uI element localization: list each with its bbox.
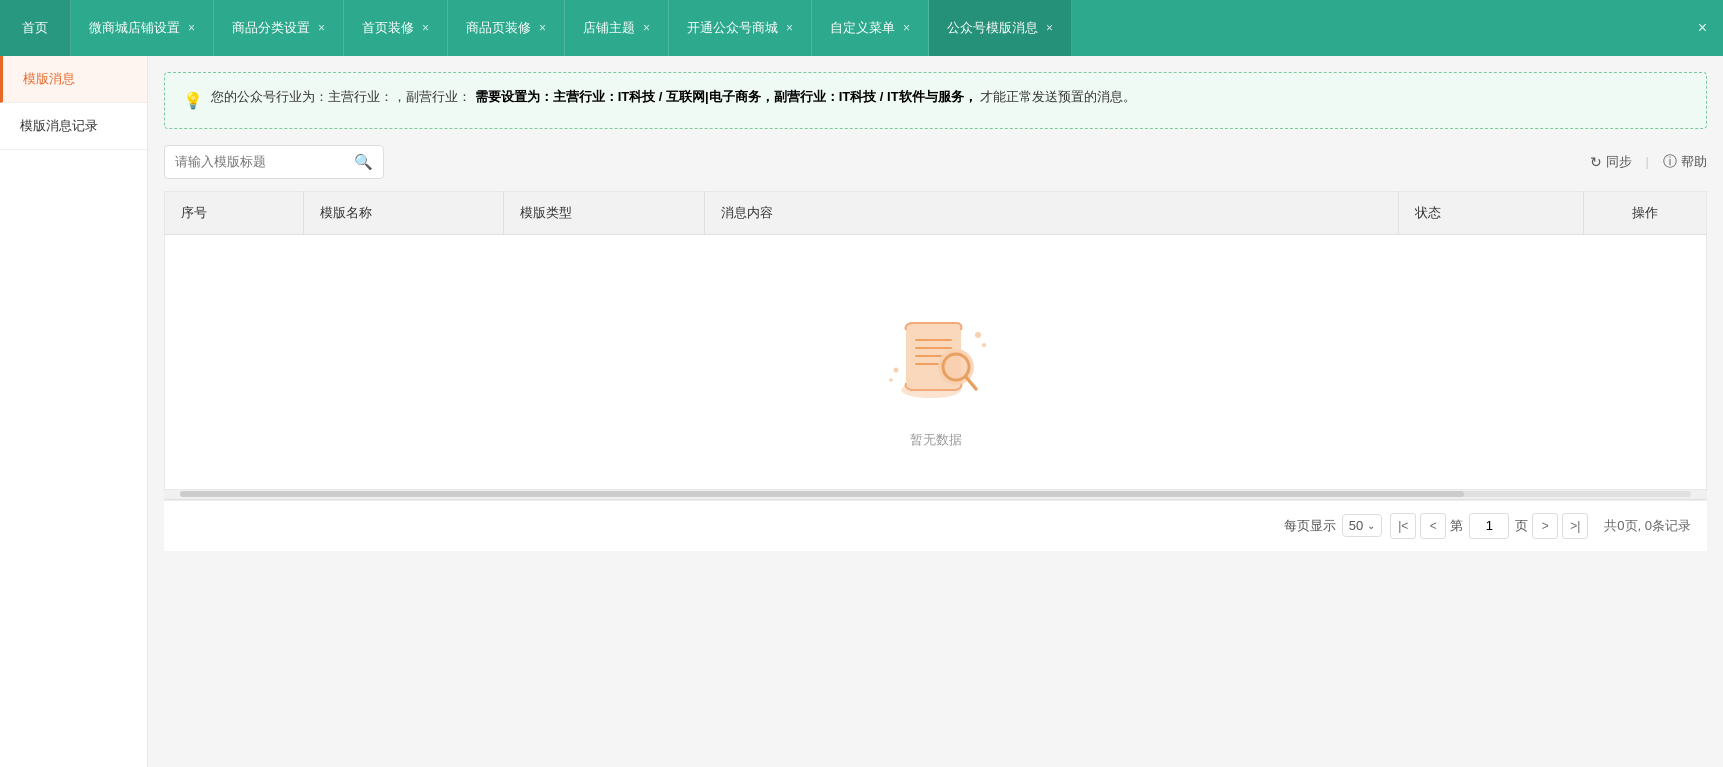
nav-tab-store-theme[interactable]: 店铺主题× xyxy=(565,0,669,56)
help-icon: ⓘ xyxy=(1663,153,1677,171)
page-navigation: |< < 第 页 > >| xyxy=(1390,513,1588,539)
svg-point-11 xyxy=(889,378,893,382)
empty-state: 暂无数据 xyxy=(165,235,1706,489)
sidebar-item-template-message-record[interactable]: 模版消息记录 xyxy=(0,103,147,150)
close-icon-category-settings[interactable]: × xyxy=(318,21,325,35)
main-layout: 模版消息模版消息记录 💡 您的公众号行业为：主营行业：，副营行业： 需要设置为：… xyxy=(0,56,1723,767)
page-size-select-box[interactable]: 50 ⌄ xyxy=(1342,514,1382,537)
search-input[interactable] xyxy=(175,154,354,169)
sidebar-item-template-message[interactable]: 模版消息 xyxy=(0,56,147,103)
page-size-value: 50 xyxy=(1349,518,1363,533)
first-page-button[interactable]: |< xyxy=(1390,513,1416,539)
close-icon-template-msg[interactable]: × xyxy=(1046,21,1053,35)
svg-point-8 xyxy=(975,332,981,338)
svg-line-7 xyxy=(966,377,976,389)
col-name: 模版名称 xyxy=(304,191,504,234)
toolbar-divider: | xyxy=(1646,154,1649,169)
content-area: 💡 您的公众号行业为：主营行业：，副营行业： 需要设置为：主营行业：IT科技 /… xyxy=(148,56,1723,767)
sidebar: 模版消息模版消息记录 xyxy=(0,56,148,767)
nav-tab-home[interactable]: 首页 xyxy=(0,0,71,56)
empty-text: 暂无数据 xyxy=(910,431,962,449)
notice-text: 您的公众号行业为：主营行业：，副营行业： 需要设置为：主营行业：IT科技 / 互… xyxy=(211,87,1136,108)
top-nav-bar: 首页微商城店铺设置×商品分类设置×首页装修×商品页装修×店铺主题×开通公众号商城… xyxy=(0,0,1723,56)
notice-box: 💡 您的公众号行业为：主营行业：，副营行业： 需要设置为：主营行业：IT科技 /… xyxy=(164,72,1707,129)
next-page-button[interactable]: > xyxy=(1532,513,1558,539)
nav-tab-open-mall[interactable]: 开通公众号商城× xyxy=(669,0,812,56)
close-icon-home-decor[interactable]: × xyxy=(422,21,429,35)
svg-point-10 xyxy=(893,367,898,372)
sync-button[interactable]: ↻ 同步 xyxy=(1590,153,1632,171)
sync-icon: ↻ xyxy=(1590,154,1602,170)
toolbar-right: ↻ 同步 | ⓘ 帮助 xyxy=(1590,153,1707,171)
scrollbar-area[interactable] xyxy=(164,490,1707,500)
page-number-input[interactable] xyxy=(1469,513,1509,539)
empty-row: 暂无数据 xyxy=(165,234,1707,489)
col-status: 状态 xyxy=(1398,191,1583,234)
nav-tab-template-msg[interactable]: 公众号模版消息× xyxy=(929,0,1072,56)
close-icon-store-settings[interactable]: × xyxy=(188,21,195,35)
search-icon[interactable]: 🔍 xyxy=(354,153,373,171)
svg-point-9 xyxy=(982,343,986,347)
nav-tab-product-decor[interactable]: 商品页装修× xyxy=(448,0,565,56)
nav-tab-category-settings[interactable]: 商品分类设置× xyxy=(214,0,344,56)
page-label: 第 xyxy=(1450,517,1463,535)
close-icon-store-theme[interactable]: × xyxy=(643,21,650,35)
search-input-wrap[interactable]: 🔍 xyxy=(164,145,384,179)
notice-icon: 💡 xyxy=(183,88,203,114)
chevron-down-icon: ⌄ xyxy=(1367,520,1375,531)
close-icon-open-mall[interactable]: × xyxy=(786,21,793,35)
table-header-row: 序号 模版名称 模版类型 消息内容 状态 操作 xyxy=(165,191,1707,234)
empty-illustration xyxy=(876,295,996,415)
total-info: 共0页, 0条记录 xyxy=(1604,517,1691,535)
prev-page-button[interactable]: < xyxy=(1420,513,1446,539)
scrollbar-thumb[interactable] xyxy=(180,491,1464,497)
nav-tab-home-decor[interactable]: 首页装修× xyxy=(344,0,448,56)
page-size-selector: 每页显示 50 ⌄ xyxy=(1284,514,1382,537)
last-page-button[interactable]: >| xyxy=(1562,513,1588,539)
close-icon-custom-menu[interactable]: × xyxy=(903,21,910,35)
help-button[interactable]: ⓘ 帮助 xyxy=(1663,153,1707,171)
col-action: 操作 xyxy=(1583,191,1706,234)
page-input-wrap: 第 页 xyxy=(1450,513,1528,539)
col-type: 模版类型 xyxy=(504,191,704,234)
data-table: 序号 模版名称 模版类型 消息内容 状态 操作 xyxy=(164,191,1707,490)
nav-tab-custom-menu[interactable]: 自定义菜单× xyxy=(812,0,929,56)
page-unit: 页 xyxy=(1515,517,1528,535)
close-icon-product-decor[interactable]: × xyxy=(539,21,546,35)
global-close-button[interactable]: × xyxy=(1698,19,1707,37)
page-size-label: 每页显示 xyxy=(1284,517,1336,535)
nav-tab-store-settings[interactable]: 微商城店铺设置× xyxy=(71,0,214,56)
col-index: 序号 xyxy=(165,191,304,234)
scrollbar-track[interactable] xyxy=(180,491,1691,497)
col-content: 消息内容 xyxy=(704,191,1398,234)
search-bar: 🔍 ↻ 同步 | ⓘ 帮助 xyxy=(164,145,1707,179)
pagination: 每页显示 50 ⌄ |< < 第 页 > >| 共0页, 0条记录 xyxy=(164,500,1707,551)
